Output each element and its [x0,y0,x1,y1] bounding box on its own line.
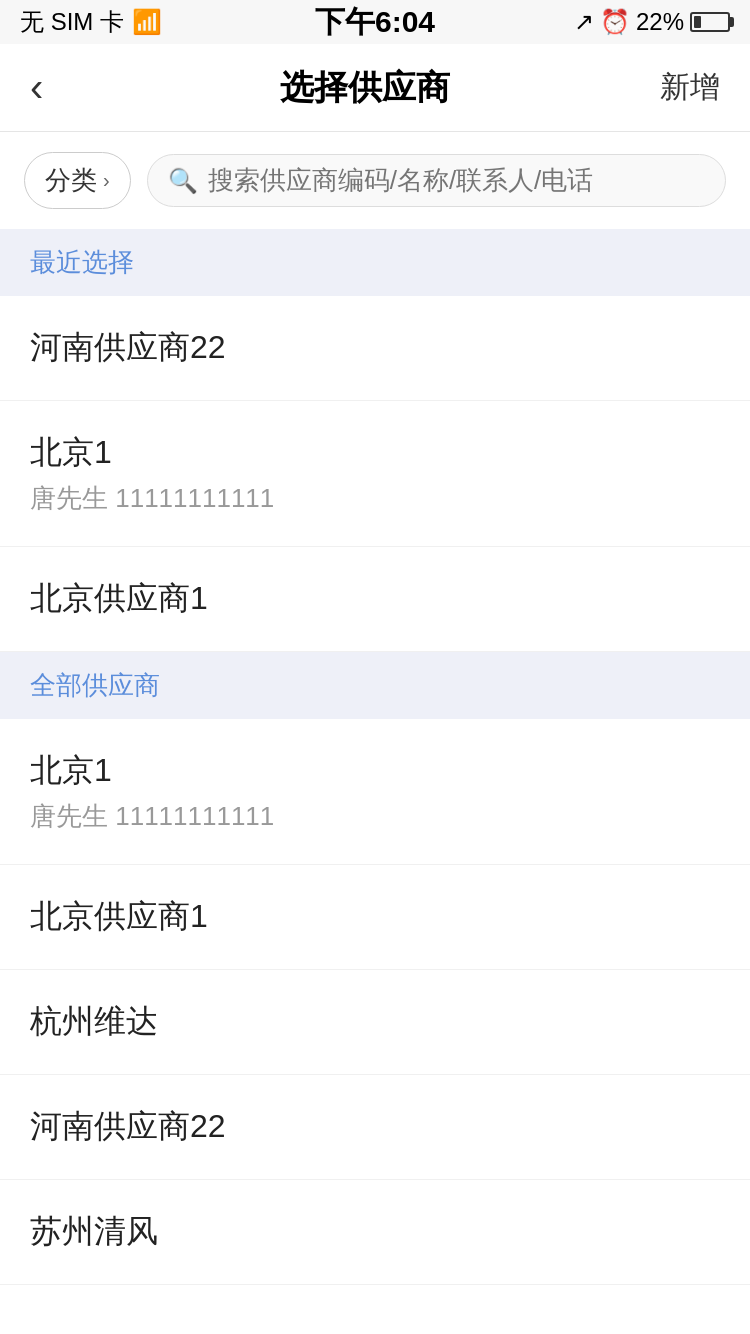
supplier-name: 杭州维达 [30,1000,720,1044]
no-sim-text: 无 SIM 卡 [20,6,124,38]
recent-section-header: 最近选择 [0,229,750,296]
filter-bar: 分类 › 🔍 [0,132,750,229]
nav-bar: ‹ 选择供应商 新增 [0,44,750,132]
all-item-1[interactable]: 北京供应商1 [0,865,750,970]
category-label: 分类 [45,163,97,198]
all-section-title: 全部供应商 [30,670,160,700]
supplier-name: 北京1 [30,431,720,475]
status-time: 下午6:04 [315,2,435,43]
all-item-2[interactable]: 杭州维达 [0,970,750,1075]
supplier-name: 河南供应商22 [30,326,720,370]
status-bar: 无 SIM 卡 📶 下午6:04 ↗ ⏰ 22% [0,0,750,44]
all-section-header: 全部供应商 [0,652,750,719]
search-icon: 🔍 [168,167,198,195]
all-items-list: 北京1 唐先生 11111111111 北京供应商1 杭州维达 河南供应商22 … [0,719,750,1285]
supplier-name: 北京供应商1 [30,577,720,621]
supplier-name: 苏州清风 [30,1210,720,1254]
supplier-contact: 唐先生 11111111111 [30,481,720,516]
page-title: 选择供应商 [280,65,450,111]
search-box[interactable]: 🔍 [147,154,726,207]
supplier-contact: 唐先生 11111111111 [30,799,720,834]
battery-percent: 22% [636,8,684,36]
recent-items-list: 河南供应商22 北京1 唐先生 11111111111 北京供应商1 [0,296,750,652]
location-icon: ↗ [574,8,594,36]
recent-section-title: 最近选择 [30,247,134,277]
status-right: ↗ ⏰ 22% [574,8,730,36]
supplier-name: 北京1 [30,749,720,793]
battery-icon [690,12,730,32]
all-item-0[interactable]: 北京1 唐先生 11111111111 [0,719,750,865]
search-input[interactable] [208,165,705,196]
supplier-name: 北京供应商1 [30,895,720,939]
back-button[interactable]: ‹ [30,65,90,110]
all-item-3[interactable]: 河南供应商22 [0,1075,750,1180]
add-new-button[interactable]: 新增 [640,67,720,108]
recent-item-2[interactable]: 北京供应商1 [0,547,750,652]
status-left: 无 SIM 卡 📶 [20,6,162,38]
category-button[interactable]: 分类 › [24,152,131,209]
all-item-4[interactable]: 苏州清风 [0,1180,750,1285]
chevron-right-icon: › [103,169,110,192]
supplier-name: 河南供应商22 [30,1105,720,1149]
wifi-icon: 📶 [132,8,162,36]
alarm-icon: ⏰ [600,8,630,36]
recent-item-1[interactable]: 北京1 唐先生 11111111111 [0,401,750,547]
recent-item-0[interactable]: 河南供应商22 [0,296,750,401]
